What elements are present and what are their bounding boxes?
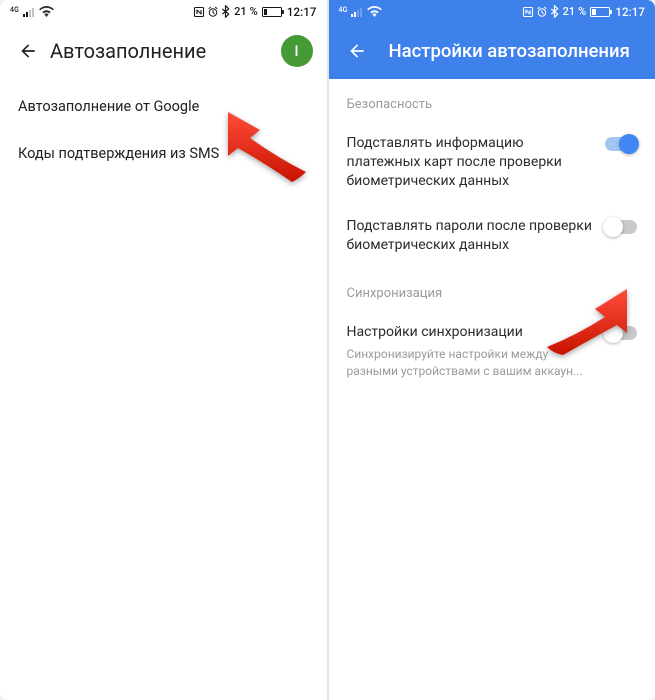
battery-icon [590,7,610,17]
row-sync-settings[interactable]: Настройки синхронизации Синхронизируйте … [329,311,655,384]
settings-body: Безопасность Подставлять информацию плат… [329,79,655,700]
back-button[interactable] [10,33,46,69]
bluetooth-icon [550,5,559,18]
nfc-icon [522,6,534,18]
header: Автозаполнение I [0,23,327,79]
row-subtext: Синхронизируйте настройки между разными … [347,346,596,378]
battery-pct: 21 % [234,5,258,18]
wifi-icon [39,6,54,17]
network-type: 4G [10,6,19,14]
status-bar: 4G 21 % 12:17 [329,0,655,23]
switch-sync-settings[interactable] [605,326,637,340]
settings-list: Автозаполнение от Google Коды подтвержде… [0,79,327,177]
battery-icon [262,7,282,17]
alarm-icon [207,6,219,18]
row-text: Подставлять информацию платежных карт по… [347,134,596,191]
arrow-back-icon [347,41,367,61]
clock: 12:17 [287,5,317,19]
row-biometric-cards[interactable]: Подставлять информацию платежных карт по… [329,122,655,205]
nfc-icon [193,6,205,18]
clock: 12:17 [615,5,645,19]
phone-left: 4G 21 % 12:17 [0,0,327,700]
section-label-security: Безопасность [329,79,655,122]
cellular-signal-icon [351,7,364,17]
cellular-signal-icon [23,7,36,17]
avatar-letter: I [294,42,298,60]
row-biometric-passwords[interactable]: Подставлять пароли после проверки биомет… [329,205,655,269]
bluetooth-icon [221,5,230,18]
profile-avatar[interactable]: I [281,35,313,67]
back-button[interactable] [339,33,375,69]
item-label: Коды подтверждения из SMS [18,145,309,162]
header: Настройки автозаполнения [329,23,655,79]
row-text: Настройки синхронизации [347,323,596,342]
item-sms-codes[interactable]: Коды подтверждения из SMS [0,130,327,177]
switch-biometric-cards[interactable] [605,137,637,151]
status-bar: 4G 21 % 12:17 [0,0,327,23]
network-type: 4G [339,6,348,14]
section-label-sync: Синхронизация [329,268,655,311]
switch-biometric-passwords[interactable] [605,220,637,234]
item-label: Автозаполнение от Google [18,98,309,115]
wifi-icon [367,6,382,17]
arrow-back-icon [18,41,38,61]
battery-pct: 21 % [563,5,587,18]
phone-right: 4G 21 % 12:17 [329,0,655,700]
item-autofill-google[interactable]: Автозаполнение от Google [0,83,327,130]
page-title: Автозаполнение [50,39,281,63]
row-text: Подставлять пароли после проверки биомет… [347,217,596,255]
page-title: Настройки автозаполнения [389,40,630,62]
alarm-icon [536,6,548,18]
